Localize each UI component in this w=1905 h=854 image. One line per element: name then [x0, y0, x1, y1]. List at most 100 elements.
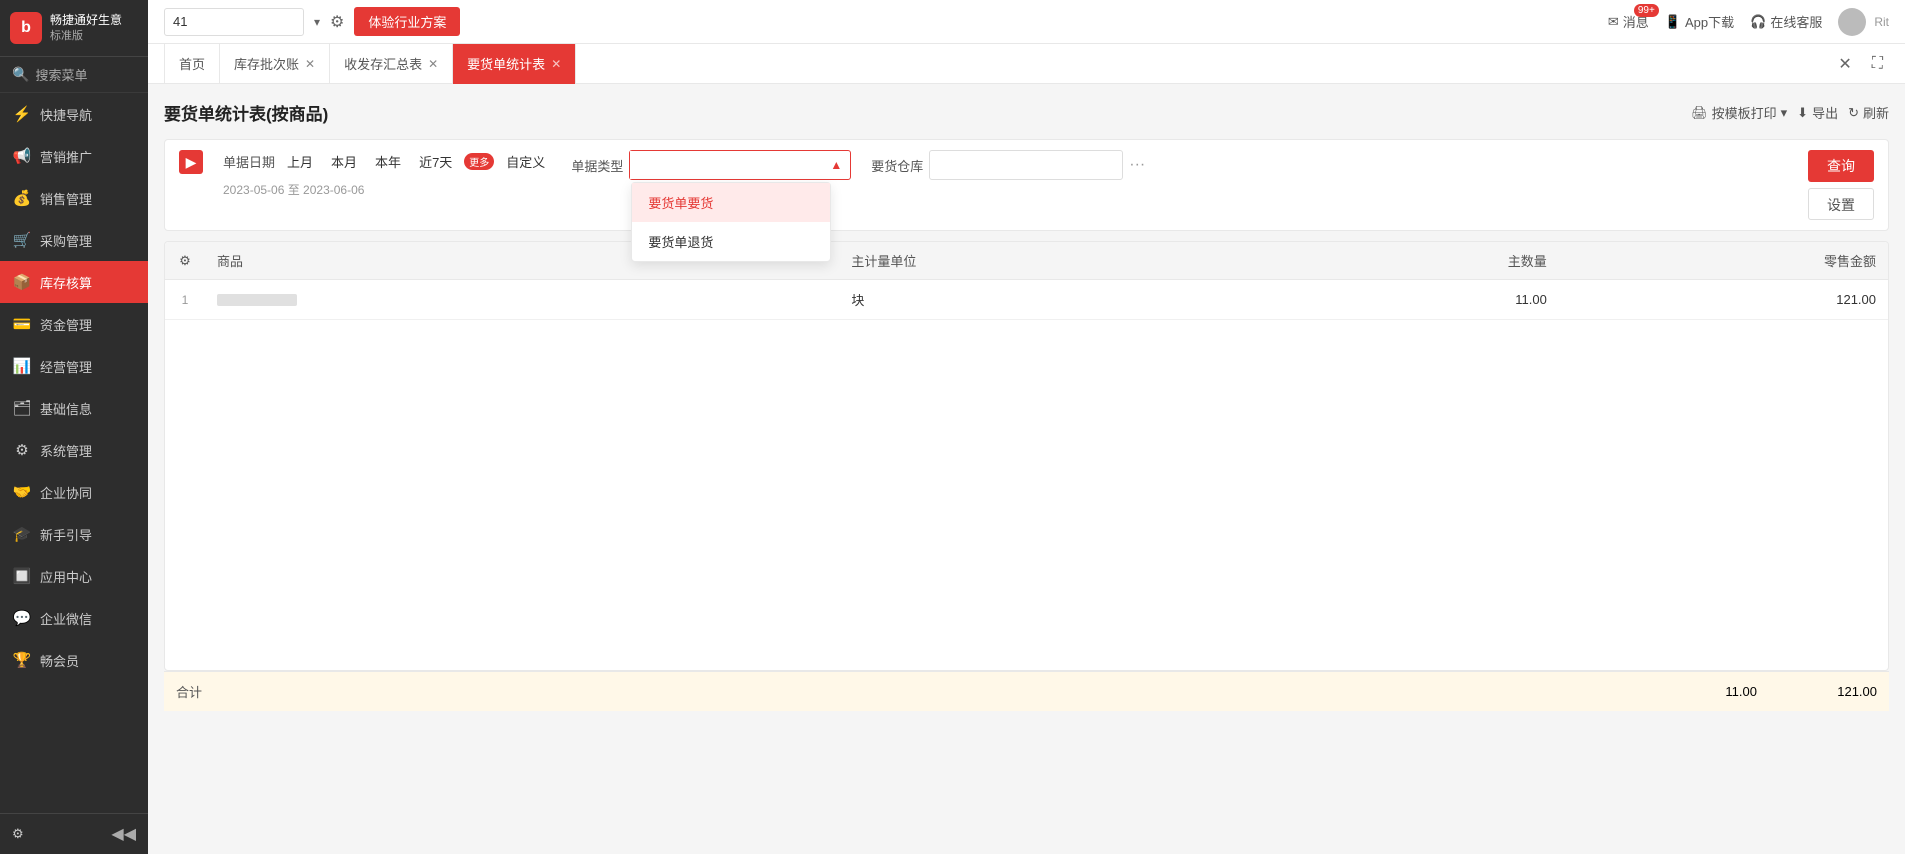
tab-receipt-summary-close[interactable]: ✕ — [428, 57, 438, 71]
warehouse-input[interactable] — [929, 150, 1123, 180]
settings-btn[interactable]: 设置 — [1808, 188, 1874, 220]
user-avatar[interactable]: Rit — [1838, 8, 1889, 36]
date-prev-month-btn[interactable]: 上月 — [281, 150, 319, 173]
print-icon: 🖨 — [1691, 105, 1708, 121]
messages-btn[interactable]: ✉ 消息 99+ — [1608, 12, 1649, 31]
sidebar-item-label: 基础信息 — [40, 399, 92, 418]
print-btn[interactable]: 🖨 按模板打印 ▾ — [1691, 103, 1787, 122]
app-download-btn[interactable]: 📱 App下载 — [1665, 12, 1734, 31]
tab-inventory-batch-label: 库存批次账 — [234, 54, 299, 73]
sidebar-item-system[interactable]: ⚙ 系统管理 — [0, 429, 148, 471]
table-row[interactable]: 1 块 11.00 121.00 — [165, 280, 1888, 320]
type-dropdown: 要货单要货 要货单退货 — [631, 182, 831, 262]
dropdown-item-order-goods[interactable]: 要货单要货 — [632, 183, 830, 222]
sidebar-item-label: 企业微信 — [40, 609, 92, 628]
logo-icon: b — [10, 12, 42, 44]
query-btn[interactable]: 查询 — [1808, 150, 1874, 182]
tab-order-summary-close[interactable]: ✕ — [551, 57, 561, 71]
sidebar-item-label: 系统管理 — [40, 441, 92, 460]
tab-home[interactable]: 首页 — [164, 44, 220, 84]
online-service-label: 在线客服 — [1770, 12, 1822, 31]
date-7days-btn[interactable]: 近7天 — [413, 150, 458, 173]
sidebar-item-vip[interactable]: 🏆 畅会员 — [0, 639, 148, 681]
sidebar-item-inventory[interactable]: 📦 库存核算 — [0, 261, 148, 303]
sidebar-item-apps[interactable]: 🔲 应用中心 — [0, 555, 148, 597]
date-custom-btn[interactable]: 自定义 — [500, 150, 551, 173]
table-header: ⚙ 商品 主计量单位 主数量 零售金额 — [165, 242, 1888, 280]
type-label: 单据类型 — [571, 156, 623, 175]
product-placeholder — [217, 294, 297, 306]
sidebar-item-guide[interactable]: 🎓 新手引导 — [0, 513, 148, 555]
sidebar-item-label: 企业协同 — [40, 483, 92, 502]
topbar: 41 ▾ ⚙ 体验行业方案 ✉ 消息 99+ 📱 App下载 🎧 在线客服 Ri… — [148, 0, 1905, 44]
footer-label: 合计 — [176, 682, 436, 701]
print-dropdown-icon: ▾ — [1781, 105, 1788, 121]
sidebar-search[interactable]: 🔍 搜索菜单 — [0, 57, 148, 93]
sidebar-item-wechat[interactable]: 💬 企业微信 — [0, 597, 148, 639]
tab-receipt-summary[interactable]: 收发存汇总表 ✕ — [330, 44, 453, 84]
type-input[interactable] — [630, 151, 822, 179]
tab-home-label: 首页 — [179, 54, 205, 73]
sidebar-item-finance[interactable]: 💳 资金管理 — [0, 303, 148, 345]
main-content: 41 ▾ ⚙ 体验行业方案 ✉ 消息 99+ 📱 App下载 🎧 在线客服 Ri… — [148, 0, 1905, 854]
warehouse-filter-group: 要货仓库 ··· — [871, 150, 1145, 180]
topbar-right: ✉ 消息 99+ 📱 App下载 🎧 在线客服 Rit — [1608, 8, 1889, 36]
message-icon: ✉ — [1608, 14, 1619, 30]
refresh-label: 刷新 — [1863, 103, 1889, 122]
tab-inventory-batch-close[interactable]: ✕ — [305, 57, 315, 71]
filter-more-btn[interactable]: ··· — [1129, 156, 1145, 174]
sidebar-settings-icon[interactable]: ⚙ — [12, 826, 24, 842]
sidebar-item-operations[interactable]: 📊 经营管理 — [0, 345, 148, 387]
tab-close-all-btn[interactable]: ✕ — [1832, 52, 1857, 76]
date-range-text: 2023-05-06 至 2023-06-06 — [223, 181, 551, 198]
date-this-month-btn[interactable]: 本月 — [325, 150, 363, 173]
tab-order-summary[interactable]: 要货单统计表 ✕ — [453, 44, 576, 84]
footer-quantity: 11.00 — [1637, 684, 1757, 699]
avatar-img — [1838, 8, 1866, 36]
sidebar: b 畅捷通好生意 标准版 🔍 搜索菜单 ⚡ 快捷导航 📢 营销推广 💰 销售管理… — [0, 0, 148, 854]
tab-inventory-batch[interactable]: 库存批次账 ✕ — [220, 44, 330, 84]
trial-btn[interactable]: 体验行业方案 — [354, 7, 460, 36]
date-this-year-btn[interactable]: 本年 — [369, 150, 407, 173]
dropdown-item-order-return[interactable]: 要货单退货 — [632, 222, 830, 261]
sidebar-item-label: 新手引导 — [40, 525, 92, 544]
td-quantity: 11.00 — [1230, 292, 1559, 307]
topbar-dropdown-btn[interactable]: ▾ — [314, 15, 320, 29]
sidebar-item-basic[interactable]: 🗂 基础信息 — [0, 387, 148, 429]
warehouse-input-group: ··· — [929, 150, 1145, 180]
app-download-icon: 📱 — [1665, 14, 1681, 30]
th-settings[interactable]: ⚙ — [165, 253, 205, 269]
user-name-text: Rit — [1874, 15, 1889, 29]
date-more-badge[interactable]: 更多 — [464, 153, 494, 170]
refresh-btn[interactable]: ↻ 刷新 — [1848, 103, 1889, 122]
topbar-settings-btn[interactable]: ⚙ — [330, 12, 344, 32]
sidebar-item-quick-nav[interactable]: ⚡ 快捷导航 — [0, 93, 148, 135]
online-service-btn[interactable]: 🎧 在线客服 — [1750, 12, 1822, 31]
page-content: 要货单统计表(按商品) 🖨 按模板打印 ▾ ⬇ 导出 ↻ 刷新 ▶ — [148, 84, 1905, 854]
td-product — [205, 294, 839, 306]
topbar-number: 41 — [173, 14, 187, 29]
topbar-search-box: 41 — [164, 8, 304, 36]
system-icon: ⚙ — [12, 440, 32, 460]
export-btn[interactable]: ⬇ 导出 — [1797, 103, 1838, 122]
sidebar-item-purchase[interactable]: 🛒 采购管理 — [0, 219, 148, 261]
th-amount: 零售金额 — [1559, 251, 1888, 270]
sidebar-item-label: 畅会员 — [40, 651, 79, 670]
footer-amount: 121.00 — [1757, 684, 1877, 699]
export-label: 导出 — [1812, 103, 1838, 122]
type-filter-row: 单据类型 ▲ — [571, 150, 851, 180]
sidebar-item-marketing[interactable]: 📢 营销推广 — [0, 135, 148, 177]
sidebar-item-sales[interactable]: 💰 销售管理 — [0, 177, 148, 219]
enterprise-icon: 🤝 — [12, 482, 32, 502]
title-actions: 🖨 按模板打印 ▾ ⬇ 导出 ↻ 刷新 — [1691, 103, 1889, 122]
sidebar-item-label: 资金管理 — [40, 315, 92, 334]
filter-expand-btn[interactable]: ▶ — [179, 150, 203, 174]
sidebar-item-enterprise[interactable]: 🤝 企业协同 — [0, 471, 148, 513]
page-title-bar: 要货单统计表(按商品) 🖨 按模板打印 ▾ ⬇ 导出 ↻ 刷新 — [164, 100, 1889, 125]
sidebar-collapse-btn[interactable]: ◀◀ — [111, 824, 136, 844]
sidebar-item-label: 采购管理 — [40, 231, 92, 250]
sidebar-item-label: 销售管理 — [40, 189, 92, 208]
inventory-icon: 📦 — [12, 272, 32, 292]
type-dropdown-arrow[interactable]: ▲ — [822, 158, 850, 172]
tab-window-btn[interactable]: ⛶ — [1866, 53, 1889, 75]
